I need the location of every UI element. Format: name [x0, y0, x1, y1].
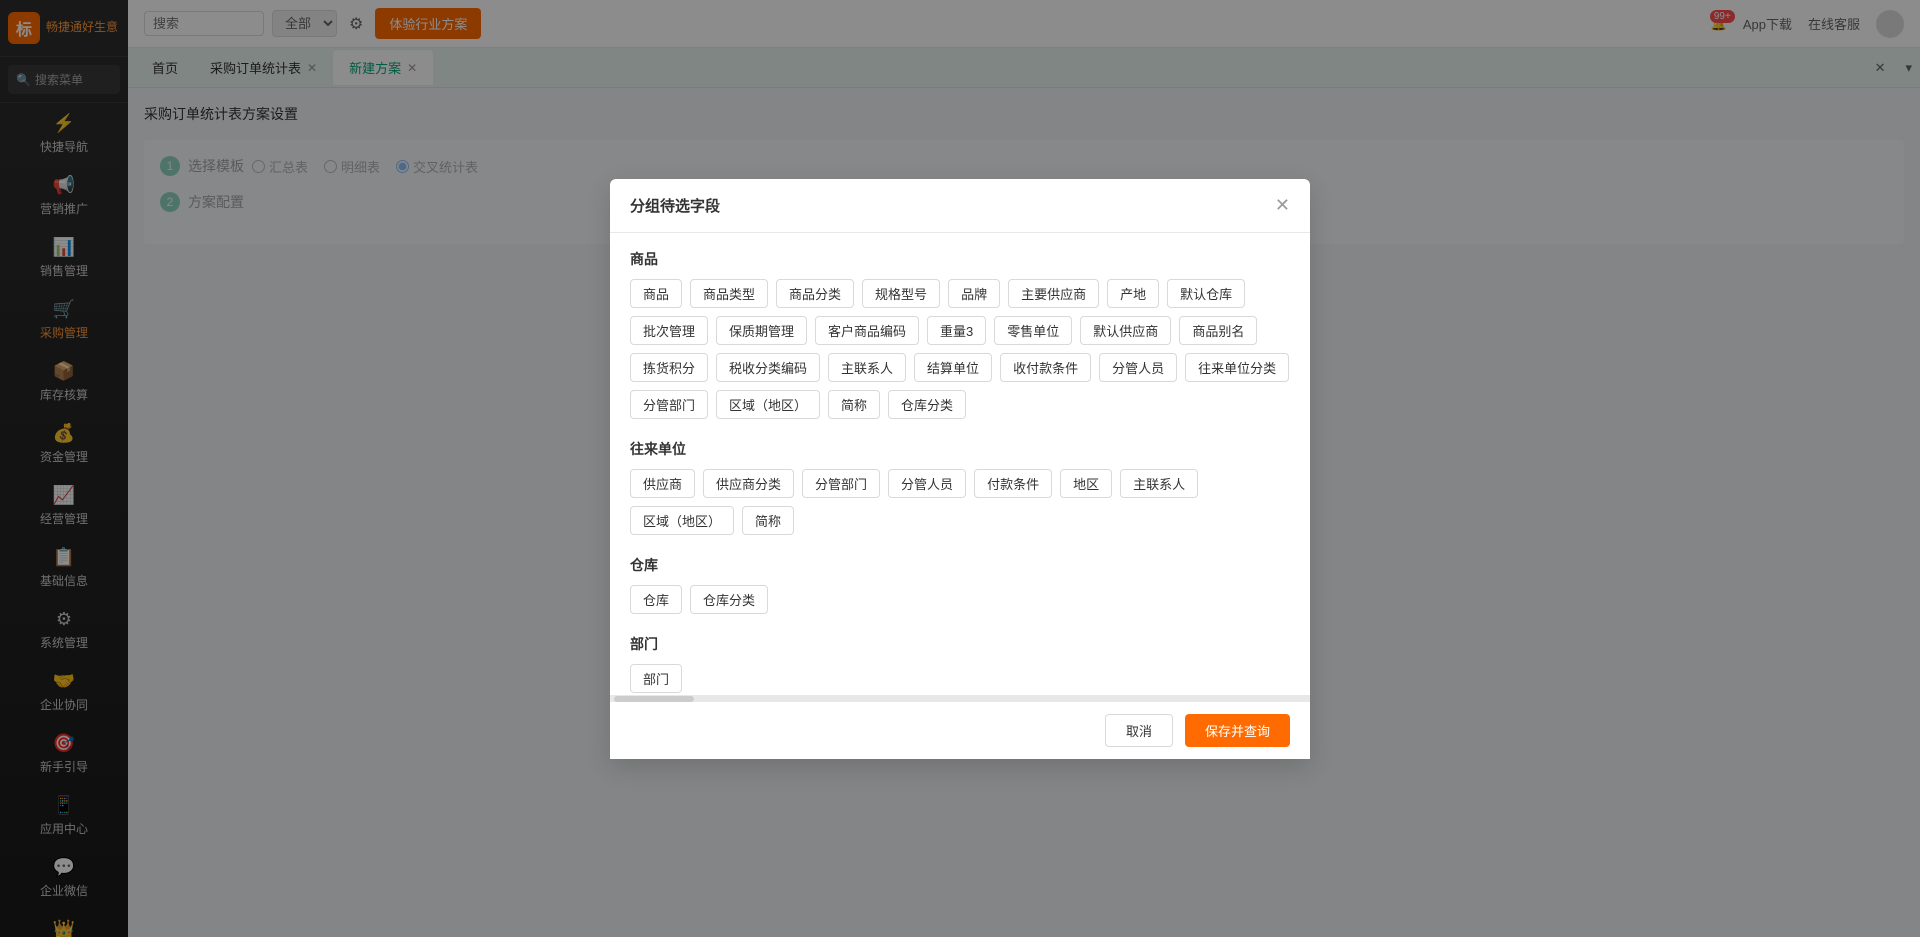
field-partner-region[interactable]: 区域（地区） [630, 506, 734, 535]
field-warehouse-cat[interactable]: 仓库分类 [888, 390, 966, 419]
dialog-close-button[interactable]: ✕ [1275, 195, 1290, 216]
field-default-warehouse[interactable]: 默认仓库 [1167, 279, 1245, 308]
dialog-cancel-button[interactable]: 取消 [1105, 714, 1173, 747]
dialog-overlay: 分组待选字段 ✕ 商品 商品 商品类型 商品分类 规格型号 品牌 主要供应商 产… [0, 0, 1920, 937]
field-quality-mgmt[interactable]: 保质期管理 [716, 316, 807, 345]
field-retail-unit[interactable]: 零售单位 [994, 316, 1072, 345]
field-brand[interactable]: 品牌 [948, 279, 1000, 308]
section-dept: 部门 部门 [630, 634, 1290, 693]
partner-field-list: 供应商 供应商分类 分管部门 分管人员 付款条件 地区 主联系人 区域（地区） … [630, 469, 1290, 535]
field-payment-terms[interactable]: 收付款条件 [1000, 353, 1091, 382]
section-goods: 商品 商品 商品类型 商品分类 规格型号 品牌 主要供应商 产地 默认仓库 批次… [630, 249, 1290, 419]
dialog-header: 分组待选字段 ✕ [610, 179, 1310, 233]
field-department[interactable]: 部门 [630, 664, 682, 693]
field-goods[interactable]: 商品 [630, 279, 682, 308]
field-customer-code[interactable]: 客户商品编码 [815, 316, 919, 345]
field-manager[interactable]: 分管人员 [1099, 353, 1177, 382]
field-goods-alias[interactable]: 商品别名 [1179, 316, 1257, 345]
hscroll-bar[interactable] [610, 695, 1310, 700]
field-spec-model[interactable]: 规格型号 [862, 279, 940, 308]
section-warehouse: 仓库 仓库 仓库分类 [630, 555, 1290, 614]
field-partner-contact[interactable]: 主联系人 [1120, 469, 1198, 498]
dept-field-list: 部门 [630, 664, 1290, 693]
field-goods-category[interactable]: 商品分类 [776, 279, 854, 308]
section-warehouse-title: 仓库 [630, 555, 1290, 575]
field-supplier[interactable]: 供应商 [630, 469, 695, 498]
dialog-body[interactable]: 商品 商品 商品类型 商品分类 规格型号 品牌 主要供应商 产地 默认仓库 批次… [610, 233, 1310, 696]
field-batch-mgmt[interactable]: 批次管理 [630, 316, 708, 345]
field-partner-dept[interactable]: 分管部门 [802, 469, 880, 498]
field-weight3[interactable]: 重量3 [927, 316, 986, 345]
field-warehouse-category[interactable]: 仓库分类 [690, 585, 768, 614]
section-dept-title: 部门 [630, 634, 1290, 654]
field-settle-unit[interactable]: 结算单位 [914, 353, 992, 382]
field-abbr[interactable]: 简称 [828, 390, 880, 419]
field-region[interactable]: 区域（地区） [716, 390, 820, 419]
field-main-supplier[interactable]: 主要供应商 [1008, 279, 1099, 308]
dialog-confirm-button[interactable]: 保存并查询 [1185, 714, 1290, 747]
field-main-contact[interactable]: 主联系人 [828, 353, 906, 382]
field-dept[interactable]: 分管部门 [630, 390, 708, 419]
field-select-dialog: 分组待选字段 ✕ 商品 商品 商品类型 商品分类 规格型号 品牌 主要供应商 产… [610, 179, 1310, 759]
warehouse-field-list: 仓库 仓库分类 [630, 585, 1290, 614]
dialog-title: 分组待选字段 [630, 195, 720, 216]
goods-field-list: 商品 商品类型 商品分类 规格型号 品牌 主要供应商 产地 默认仓库 批次管理 … [630, 279, 1290, 419]
dialog-footer: 取消 保存并查询 [610, 701, 1310, 759]
section-partner-title: 往来单位 [630, 439, 1290, 459]
field-pick-score[interactable]: 拣货积分 [630, 353, 708, 382]
field-tax-code[interactable]: 税收分类编码 [716, 353, 820, 382]
field-origin[interactable]: 产地 [1107, 279, 1159, 308]
field-partner-manager[interactable]: 分管人员 [888, 469, 966, 498]
field-supplier-category[interactable]: 供应商分类 [703, 469, 794, 498]
section-goods-title: 商品 [630, 249, 1290, 269]
field-warehouse[interactable]: 仓库 [630, 585, 682, 614]
section-partner: 往来单位 供应商 供应商分类 分管部门 分管人员 付款条件 地区 主联系人 区域… [630, 439, 1290, 535]
field-default-supplier[interactable]: 默认供应商 [1080, 316, 1171, 345]
field-partner-category[interactable]: 往来单位分类 [1185, 353, 1289, 382]
field-area[interactable]: 地区 [1060, 469, 1112, 498]
field-pay-terms[interactable]: 付款条件 [974, 469, 1052, 498]
field-partner-abbr[interactable]: 简称 [742, 506, 794, 535]
field-goods-type[interactable]: 商品类型 [690, 279, 768, 308]
